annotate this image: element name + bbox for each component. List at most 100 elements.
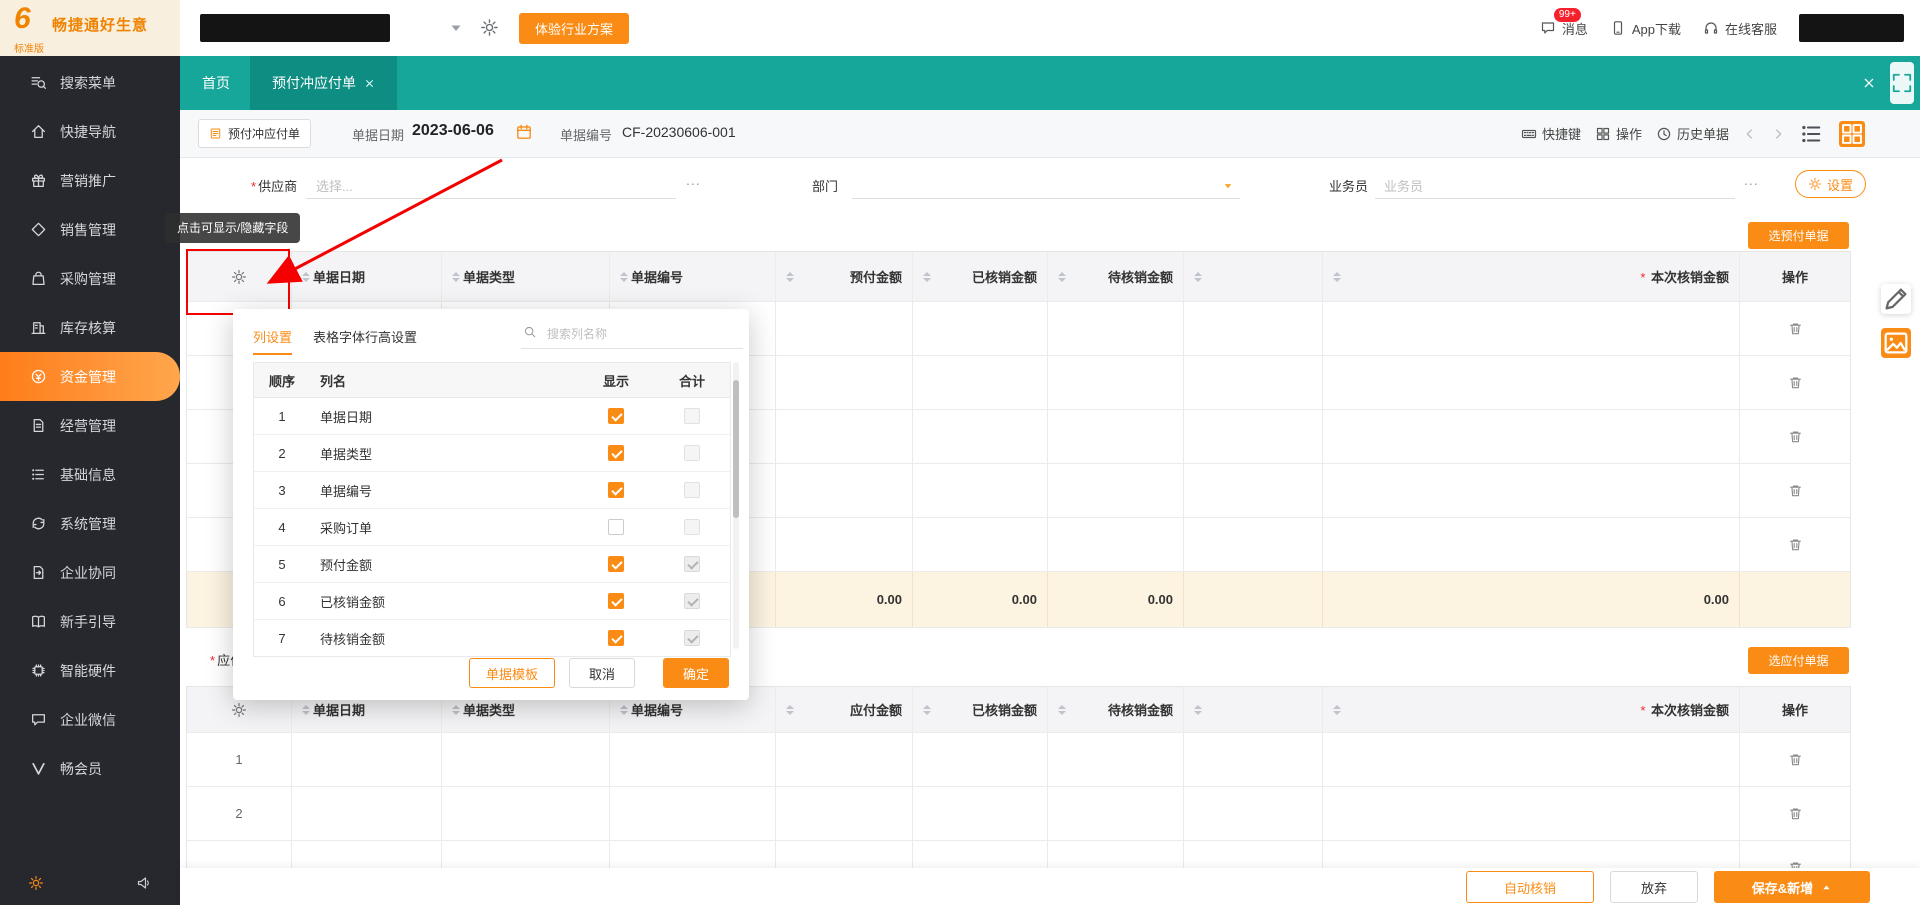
salesman-more-button[interactable]: ... (1744, 172, 1759, 188)
trash-icon[interactable] (1788, 806, 1803, 821)
select-prepay-docs-button[interactable]: 选预付单据 (1748, 222, 1849, 249)
trash-icon[interactable] (1788, 429, 1803, 444)
table-cell[interactable] (776, 302, 913, 355)
supplier-select-field[interactable]: 选择... (316, 176, 353, 195)
operation-menu-button[interactable]: 操作 (1595, 124, 1642, 143)
header-cell[interactable]: 预付金额 (776, 252, 913, 301)
table-cell[interactable] (1048, 464, 1184, 517)
header-cell[interactable]: 单据编号 (610, 252, 776, 301)
table-cell[interactable] (610, 841, 776, 868)
doc-no-value[interactable]: CF-20230606-001 (622, 124, 736, 140)
discard-button[interactable]: 放弃 (1610, 871, 1698, 903)
table-cell[interactable] (1048, 302, 1184, 355)
table-cell[interactable] (913, 302, 1048, 355)
table-cell[interactable] (913, 787, 1048, 840)
table-cell[interactable] (1184, 356, 1323, 409)
show-checkbox-checked[interactable] (608, 556, 624, 572)
salesman-field[interactable]: 业务员 (1384, 176, 1423, 195)
chevron-right-icon[interactable] (1771, 127, 1785, 141)
shortcut-keys-button[interactable]: 快捷键 (1521, 124, 1581, 143)
table-cell[interactable] (776, 841, 913, 868)
show-checkbox-checked[interactable] (608, 630, 624, 646)
sidebar-item-1[interactable]: 快捷导航 (0, 107, 180, 156)
table-cell[interactable] (776, 518, 913, 571)
table-cell[interactable] (1323, 787, 1740, 840)
messages-button[interactable]: 消息 99+ (1540, 7, 1588, 38)
chevron-left-icon[interactable] (1743, 127, 1757, 141)
horn-icon[interactable] (136, 875, 152, 891)
sidebar-item-14[interactable]: 畅会员 (0, 744, 180, 793)
table-cell[interactable] (292, 733, 442, 786)
table-cell[interactable] (1184, 518, 1323, 571)
column-search-input[interactable]: 搜索列名称 (521, 321, 743, 349)
online-service-button[interactable]: 在线客服 (1703, 19, 1777, 38)
table-cell[interactable] (1184, 733, 1323, 786)
confirm-button[interactable]: 确定 (663, 658, 729, 688)
table-cell[interactable] (1323, 302, 1740, 355)
sidebar-item-4[interactable]: 采购管理 (0, 254, 180, 303)
close-icon[interactable] (364, 78, 375, 89)
date-value[interactable]: 2023-06-06 (412, 122, 494, 140)
header-cell[interactable]: 单据日期 (292, 252, 442, 301)
doc-template-button[interactable]: 单据模板 (469, 658, 555, 688)
table-cell[interactable] (1323, 733, 1740, 786)
scrollbar-thumb[interactable] (733, 380, 739, 518)
header-cell[interactable]: * 本次核销金额 (1323, 687, 1740, 732)
table-cell[interactable] (913, 518, 1048, 571)
table-cell[interactable] (292, 841, 442, 868)
table-cell[interactable] (610, 733, 776, 786)
table-cell[interactable] (1048, 356, 1184, 409)
show-checkbox-checked[interactable] (608, 408, 624, 424)
table-cell[interactable] (1184, 302, 1323, 355)
trash-icon[interactable] (1788, 860, 1803, 868)
feedback-pen-button[interactable] (1881, 284, 1911, 314)
table-cell[interactable] (776, 356, 913, 409)
tab-home[interactable]: 首页 (180, 56, 252, 110)
supplier-more-button[interactable]: ... (686, 172, 701, 188)
sidebar-item-9[interactable]: 系统管理 (0, 499, 180, 548)
table-cell[interactable] (442, 733, 610, 786)
table-cell[interactable] (913, 733, 1048, 786)
table-cell[interactable] (776, 787, 913, 840)
gear-icon[interactable] (28, 875, 44, 891)
tab-font-row-settings[interactable]: 表格字体行高设置 (313, 327, 417, 346)
trash-icon[interactable] (1788, 537, 1803, 552)
select-payable-docs-button[interactable]: 选应付单据 (1748, 647, 1849, 674)
sidebar-item-6[interactable]: 资金管理 (0, 352, 180, 401)
table-cell[interactable] (913, 356, 1048, 409)
header-cell[interactable]: 待核销金额 (1048, 687, 1184, 732)
sidebar-item-11[interactable]: 新手引导 (0, 597, 180, 646)
table-cell[interactable] (913, 464, 1048, 517)
header-cell[interactable]: 待核销金额 (1048, 252, 1184, 301)
sidebar-item-2[interactable]: 营销推广 (0, 156, 180, 205)
header-cell[interactable]: 操作 (1740, 252, 1850, 301)
settings-button[interactable]: 设置 (1795, 170, 1867, 198)
table-cell[interactable] (776, 410, 913, 463)
table-cell[interactable] (1048, 733, 1184, 786)
table-cell[interactable] (1323, 410, 1740, 463)
table-cell[interactable] (1048, 518, 1184, 571)
sidebar-item-3[interactable]: 销售管理 (0, 205, 180, 254)
table-cell[interactable] (1184, 410, 1323, 463)
table-cell[interactable] (292, 787, 442, 840)
close-icon[interactable] (1862, 76, 1876, 90)
sidebar-item-8[interactable]: 基础信息 (0, 450, 180, 499)
chevron-down-icon[interactable] (448, 20, 464, 36)
save-and-new-button[interactable]: 保存&新增 (1714, 871, 1870, 903)
header-cell[interactable]: 操作 (1740, 687, 1850, 732)
auto-settle-button[interactable]: 自动核销 (1466, 871, 1594, 903)
sidebar-item-10[interactable]: 企业协同 (0, 548, 180, 597)
doc-type-button[interactable]: 预付冲应付单 (198, 119, 312, 148)
tab-column-settings[interactable]: 列设置 (253, 327, 293, 355)
table-cell[interactable] (1184, 841, 1323, 868)
grid-view-toggle[interactable] (1839, 120, 1865, 147)
table-cell[interactable] (1184, 464, 1323, 517)
chevron-down-icon[interactable] (1222, 180, 1234, 192)
trash-icon[interactable] (1788, 752, 1803, 767)
table-cell[interactable] (1048, 841, 1184, 868)
expand-icon[interactable] (1890, 62, 1914, 104)
trash-icon[interactable] (1788, 483, 1803, 498)
trash-icon[interactable] (1788, 375, 1803, 390)
sidebar-item-7[interactable]: 经营管理 (0, 401, 180, 450)
table-cell[interactable] (1184, 787, 1323, 840)
